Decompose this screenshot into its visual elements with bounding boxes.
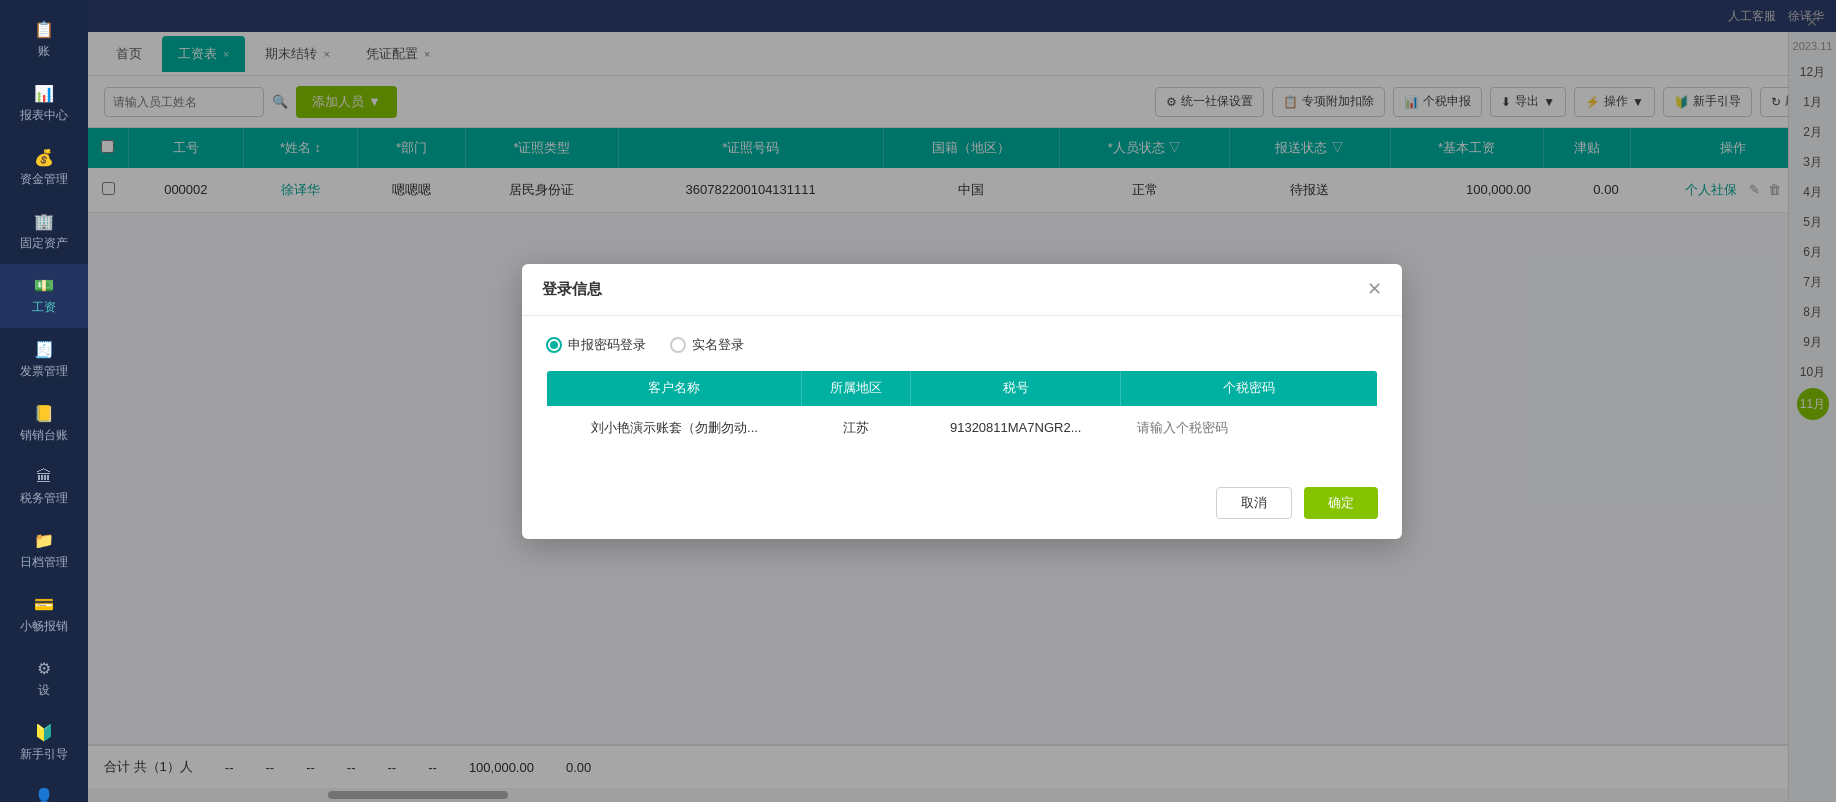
sidebar-item-expense[interactable]: 💳 小畅报销 [0, 583, 88, 647]
dialog-header: 登录信息 ✕ [522, 264, 1402, 316]
fund-icon: 💰 [34, 148, 54, 167]
sidebar-item-report[interactable]: 📊 报表中心 [0, 72, 88, 136]
tax-icon: 🏛 [36, 468, 52, 486]
login-dialog: 登录信息 ✕ 申报密码登录 实名登录 客户名称 [522, 264, 1402, 539]
cell-region: 江苏 [802, 406, 911, 450]
sidebar-item-fund[interactable]: 💰 资金管理 [0, 136, 88, 200]
archive-icon: 📁 [34, 531, 54, 550]
dialog-body: 申报密码登录 实名登录 客户名称 所属地区 税号 个税密码 [522, 316, 1402, 475]
radio-password-dot [546, 337, 562, 353]
sidebar-item-tax[interactable]: 🏛 税务管理 [0, 456, 88, 519]
inner-col-taxid: 税号 [911, 370, 1121, 406]
client-table: 客户名称 所属地区 税号 个税密码 刘小艳演示账套（勿删勿动... 江苏 913… [546, 370, 1378, 451]
client-row: 刘小艳演示账套（勿删勿动... 江苏 91320811MA7NGR2... [547, 406, 1378, 450]
invoice-icon: 🧾 [34, 340, 54, 359]
dialog-close-button[interactable]: ✕ [1367, 280, 1382, 298]
dialog-overlay: 登录信息 ✕ 申报密码登录 实名登录 客户名称 [88, 0, 1836, 802]
sidebar-item-settings[interactable]: ⚙ 设 [0, 647, 88, 711]
sidebar-item-ledger[interactable]: 📒 销销台账 [0, 392, 88, 456]
ledger-icon: 📒 [34, 404, 54, 423]
cell-client-name: 刘小艳演示账套（勿删勿动... [547, 406, 802, 450]
report-icon: 📊 [34, 84, 54, 103]
confirm-button[interactable]: 确定 [1304, 487, 1378, 519]
dialog-footer: 取消 确定 [522, 475, 1402, 539]
member-icon: 👤 [34, 787, 54, 802]
sidebar-item-member[interactable]: 👤 会员 [0, 775, 88, 802]
salary-icon: 💵 [34, 276, 54, 295]
cell-tax-id: 91320811MA7NGR2... [911, 406, 1121, 450]
sidebar-item-asset[interactable]: 🏢 固定资产 [0, 200, 88, 264]
radio-real-name-login[interactable]: 实名登录 [670, 336, 744, 354]
cancel-button[interactable]: 取消 [1216, 487, 1292, 519]
inner-col-region: 所属地区 [802, 370, 911, 406]
password-field[interactable] [1137, 420, 1362, 435]
sidebar-item-salary[interactable]: 💵 工资 [0, 264, 88, 328]
dialog-title: 登录信息 [542, 280, 602, 299]
guide-icon: 🔰 [34, 723, 54, 742]
asset-icon: 🏢 [34, 212, 54, 231]
settings-icon: ⚙ [37, 659, 51, 678]
sidebar: 📋 账 📊 报表中心 💰 资金管理 🏢 固定资产 💵 工资 🧾 发票管理 📒 销… [0, 0, 88, 802]
sidebar-item-invoice[interactable]: 🧾 发票管理 [0, 328, 88, 392]
login-type-radio-group: 申报密码登录 实名登录 [546, 336, 1378, 354]
radio-password-login[interactable]: 申报密码登录 [546, 336, 646, 354]
cell-password-input[interactable] [1121, 406, 1378, 450]
expense-icon: 💳 [34, 595, 54, 614]
sidebar-item-archive[interactable]: 📁 日档管理 [0, 519, 88, 583]
inner-col-client: 客户名称 [547, 370, 802, 406]
sidebar-item-guide[interactable]: 🔰 新手引导 [0, 711, 88, 775]
sidebar-item-account[interactable]: 📋 账 [0, 8, 88, 72]
account-icon: 📋 [34, 20, 54, 39]
inner-col-password: 个税密码 [1121, 370, 1378, 406]
radio-realname-dot [670, 337, 686, 353]
